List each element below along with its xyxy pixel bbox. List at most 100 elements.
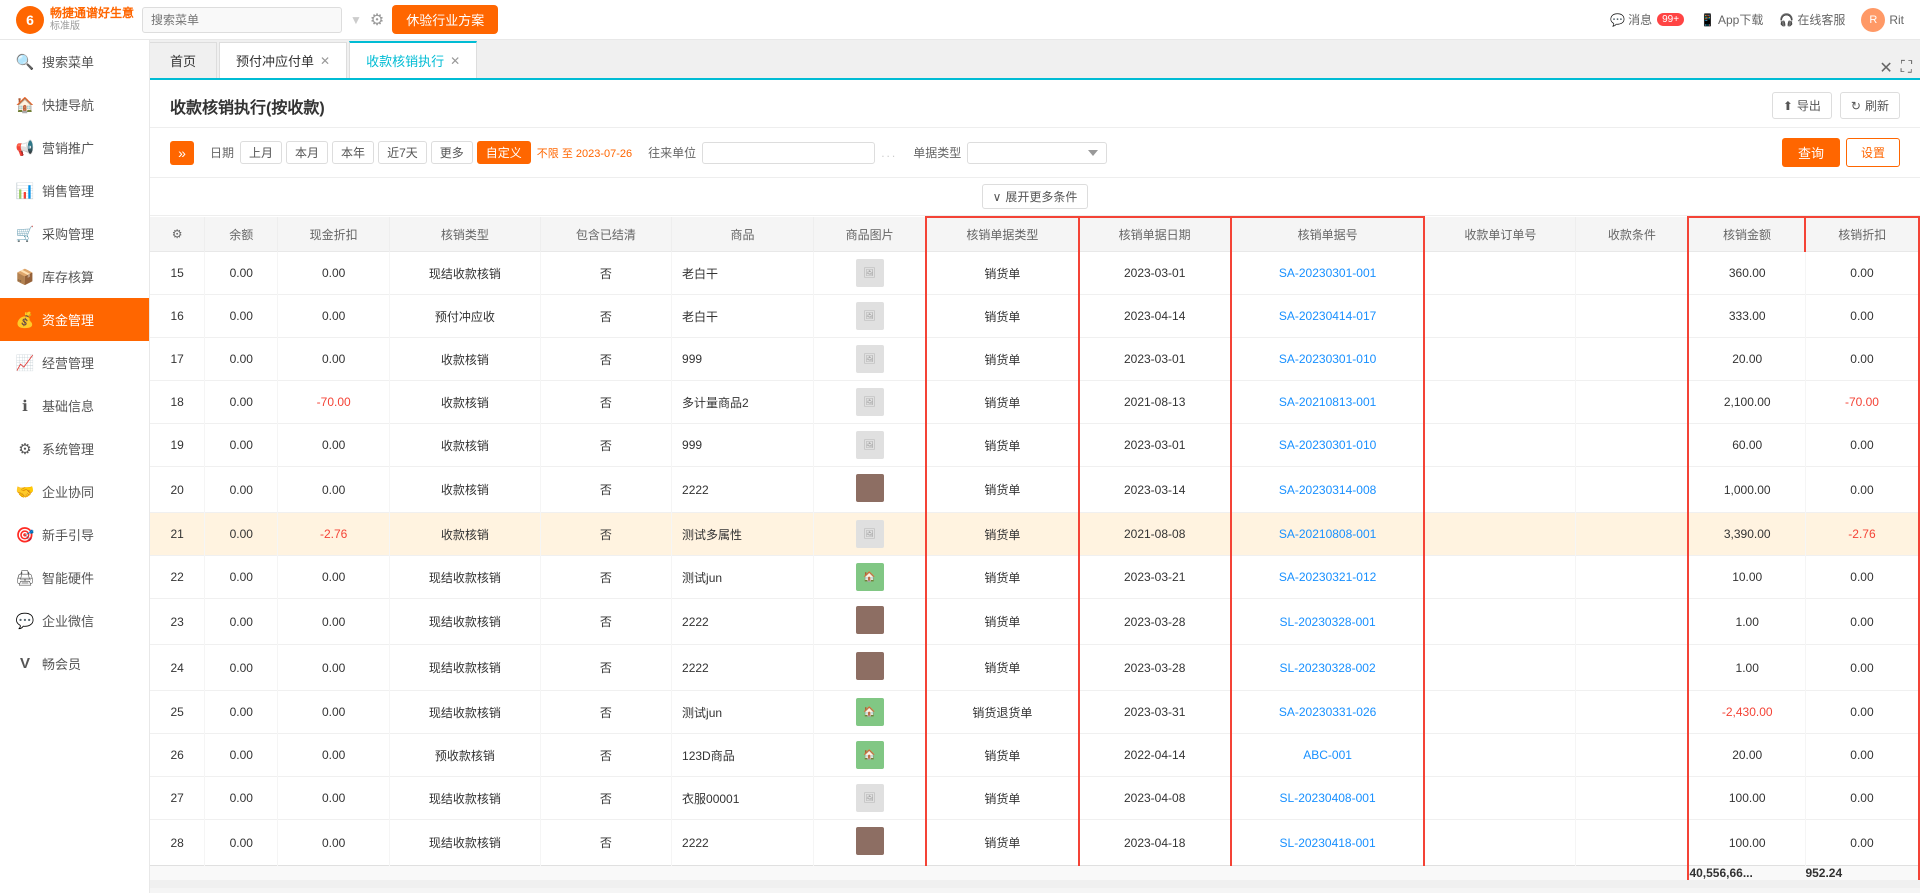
sidebar-item-collab[interactable]: 🤝 企业协同 <box>0 470 149 513</box>
table-row: 18 0.00 -70.00 收款核销 否 多计量商品2 🖼 销货单 2021-… <box>150 381 1919 424</box>
cell-cash-discount: 0.00 <box>278 599 390 645</box>
cell-verify-no[interactable]: SA-20210813-001 <box>1231 381 1424 424</box>
sidebar-item-finance[interactable]: 💰 资金管理 <box>0 298 149 341</box>
cell-verify-no[interactable]: SA-20230301-001 <box>1231 252 1424 295</box>
cell-goods: 测试jun <box>672 556 814 599</box>
cell-verify-no[interactable]: SL-20230328-001 <box>1231 599 1424 645</box>
sidebar-item-purchase[interactable]: 🛒 采购管理 <box>0 212 149 255</box>
from-unit-label: 往来单位 <box>648 144 696 161</box>
message-icon: 💬 <box>1610 13 1625 27</box>
date-btn-7days[interactable]: 近7天 <box>378 141 427 164</box>
wechat-icon: 💬 <box>16 612 34 630</box>
sidebar-item-member[interactable]: V 畅会员 <box>0 642 149 685</box>
cell-verify-type: 现结收款核销 <box>390 777 541 820</box>
cell-verify-type: 现结收款核销 <box>390 252 541 295</box>
cell-verify-discount: 0.00 <box>1805 295 1919 338</box>
settings-gear-icon[interactable]: ⚙ <box>370 10 384 30</box>
sidebar-item-guide[interactable]: 🎯 新手引导 <box>0 513 149 556</box>
tab-prepay-close[interactable]: ✕ <box>320 54 330 68</box>
cell-include-settled: 否 <box>540 556 671 599</box>
cell-id: 27 <box>150 777 205 820</box>
cell-verify-no[interactable]: SA-20230321-012 <box>1231 556 1424 599</box>
date-btn-last-month[interactable]: 上月 <box>240 141 282 164</box>
cell-goods-img: 🖼 <box>814 424 927 467</box>
sidebar-item-marketing[interactable]: 📢 营销推广 <box>0 126 149 169</box>
expand-more-button[interactable]: ∨ 展开更多条件 <box>982 184 1089 209</box>
tab-verify-close[interactable]: ✕ <box>450 54 460 68</box>
date-btn-this-month[interactable]: 本月 <box>286 141 328 164</box>
horizontal-scrollbar[interactable] <box>150 880 1920 888</box>
cell-verify-type: 收款核销 <box>390 424 541 467</box>
sidebar-item-sales[interactable]: 📊 销售管理 <box>0 169 149 212</box>
cell-receipt-order-no <box>1424 513 1576 556</box>
cell-verify-amount: 1.00 <box>1688 599 1805 645</box>
sidebar-item-system[interactable]: ⚙ 系统管理 <box>0 427 149 470</box>
setting-button[interactable]: 设置 <box>1846 138 1900 167</box>
sidebar-item-operations[interactable]: 📈 经营管理 <box>0 341 149 384</box>
cell-verify-single-type: 销货单 <box>926 424 1078 467</box>
content-area: 首页 预付冲应付单 ✕ 收款核销执行 ✕ ✕ ⛶ 收款核销执行(按收款) ⬆ <box>150 40 1920 893</box>
cell-verify-no[interactable]: SL-20230408-001 <box>1231 777 1424 820</box>
sidebar-item-hardware[interactable]: 🖨 智能硬件 <box>0 556 149 599</box>
sidebar-item-nav[interactable]: 🏠 快捷导航 <box>0 83 149 126</box>
cell-goods-img: 🏠 <box>814 691 927 734</box>
cell-verify-no[interactable]: SA-20230301-010 <box>1231 338 1424 381</box>
solution-button[interactable]: 休验行业方案 <box>392 5 498 34</box>
sidebar-item-label: 系统管理 <box>42 439 94 458</box>
table-header-row: ⚙ 余额 现金折扣 核销类型 包含已结清 商品 商品图片 核销单据类型 核销单据… <box>150 217 1919 252</box>
cell-receipt-condition <box>1576 734 1689 777</box>
cell-verify-no[interactable]: SA-20230414-017 <box>1231 295 1424 338</box>
cell-goods-img: 🖼 <box>814 777 927 820</box>
refresh-button[interactable]: ↻ 刷新 <box>1840 92 1900 119</box>
tab-home[interactable]: 首页 <box>150 42 217 78</box>
cell-verify-type: 现结收款核销 <box>390 691 541 734</box>
export-button[interactable]: ⬆ 导出 <box>1772 92 1832 119</box>
cell-receipt-order-no <box>1424 820 1576 866</box>
cell-verify-no[interactable]: SA-20230314-008 <box>1231 467 1424 513</box>
cell-receipt-order-no <box>1424 734 1576 777</box>
filter-expand-button[interactable]: » <box>170 141 194 165</box>
cell-goods-img: 🏠 <box>814 734 927 777</box>
date-btn-custom[interactable]: 自定义 <box>477 141 531 164</box>
col-settings[interactable]: ⚙ <box>150 217 205 252</box>
top-search-input[interactable] <box>142 7 342 33</box>
app-download-area[interactable]: 📱 App下载 <box>1700 11 1763 28</box>
tab-verify[interactable]: 收款核销执行 ✕ <box>349 41 477 78</box>
single-record-select[interactable] <box>967 142 1107 164</box>
table-wrapper[interactable]: ⚙ 余额 现金折扣 核销类型 包含已结清 商品 商品图片 核销单据类型 核销单据… <box>150 216 1920 880</box>
user-area[interactable]: R Rit <box>1861 8 1904 32</box>
tab-fullscreen-icon[interactable]: ⛶ <box>1901 59 1912 77</box>
message-label: 消息 <box>1628 11 1652 28</box>
sidebar-item-wechat[interactable]: 💬 企业微信 <box>0 599 149 642</box>
app-download-label: App下载 <box>1718 11 1763 28</box>
cell-verify-no[interactable]: SA-20230301-010 <box>1231 424 1424 467</box>
sidebar-item-basic[interactable]: ℹ 基础信息 <box>0 384 149 427</box>
sidebar-item-search[interactable]: 🔍 搜索菜单 <box>0 40 149 83</box>
dropdown-arrow: ▼ <box>350 13 362 27</box>
message-area[interactable]: 💬 消息 99+ <box>1610 11 1684 28</box>
col-cash-discount: 现金折扣 <box>278 217 390 252</box>
cell-receipt-order-no <box>1424 599 1576 645</box>
search-icon: 🔍 <box>16 53 34 71</box>
tab-prepay[interactable]: 预付冲应付单 ✕ <box>219 42 347 78</box>
top-bar-left: 6 畅捷通谱好生意 标准版 ▼ ⚙ 休验行业方案 <box>16 5 1598 34</box>
cell-receipt-condition <box>1576 295 1689 338</box>
goods-image: 🖼 <box>856 259 884 287</box>
date-btn-more[interactable]: 更多 <box>431 141 473 164</box>
cell-verify-no[interactable]: SL-20230328-002 <box>1231 645 1424 691</box>
cell-include-settled: 否 <box>540 381 671 424</box>
date-btn-this-year[interactable]: 本年 <box>332 141 374 164</box>
inventory-icon: 📦 <box>16 268 34 286</box>
cell-receipt-condition <box>1576 777 1689 820</box>
from-unit-input[interactable] <box>702 142 875 164</box>
col-goods-img: 商品图片 <box>814 217 927 252</box>
cell-verify-type: 现结收款核销 <box>390 599 541 645</box>
cell-verify-no[interactable]: SA-20230331-026 <box>1231 691 1424 734</box>
cell-verify-no[interactable]: ABC-001 <box>1231 734 1424 777</box>
online-service-area[interactable]: 🎧 在线客服 <box>1779 11 1845 28</box>
tab-close-all-icon[interactable]: ✕ <box>1879 58 1892 78</box>
cell-verify-no[interactable]: SA-20210808-001 <box>1231 513 1424 556</box>
cell-verify-no[interactable]: SL-20230418-001 <box>1231 820 1424 866</box>
sidebar-item-inventory[interactable]: 📦 库存核算 <box>0 255 149 298</box>
query-button[interactable]: 查询 <box>1782 138 1840 167</box>
